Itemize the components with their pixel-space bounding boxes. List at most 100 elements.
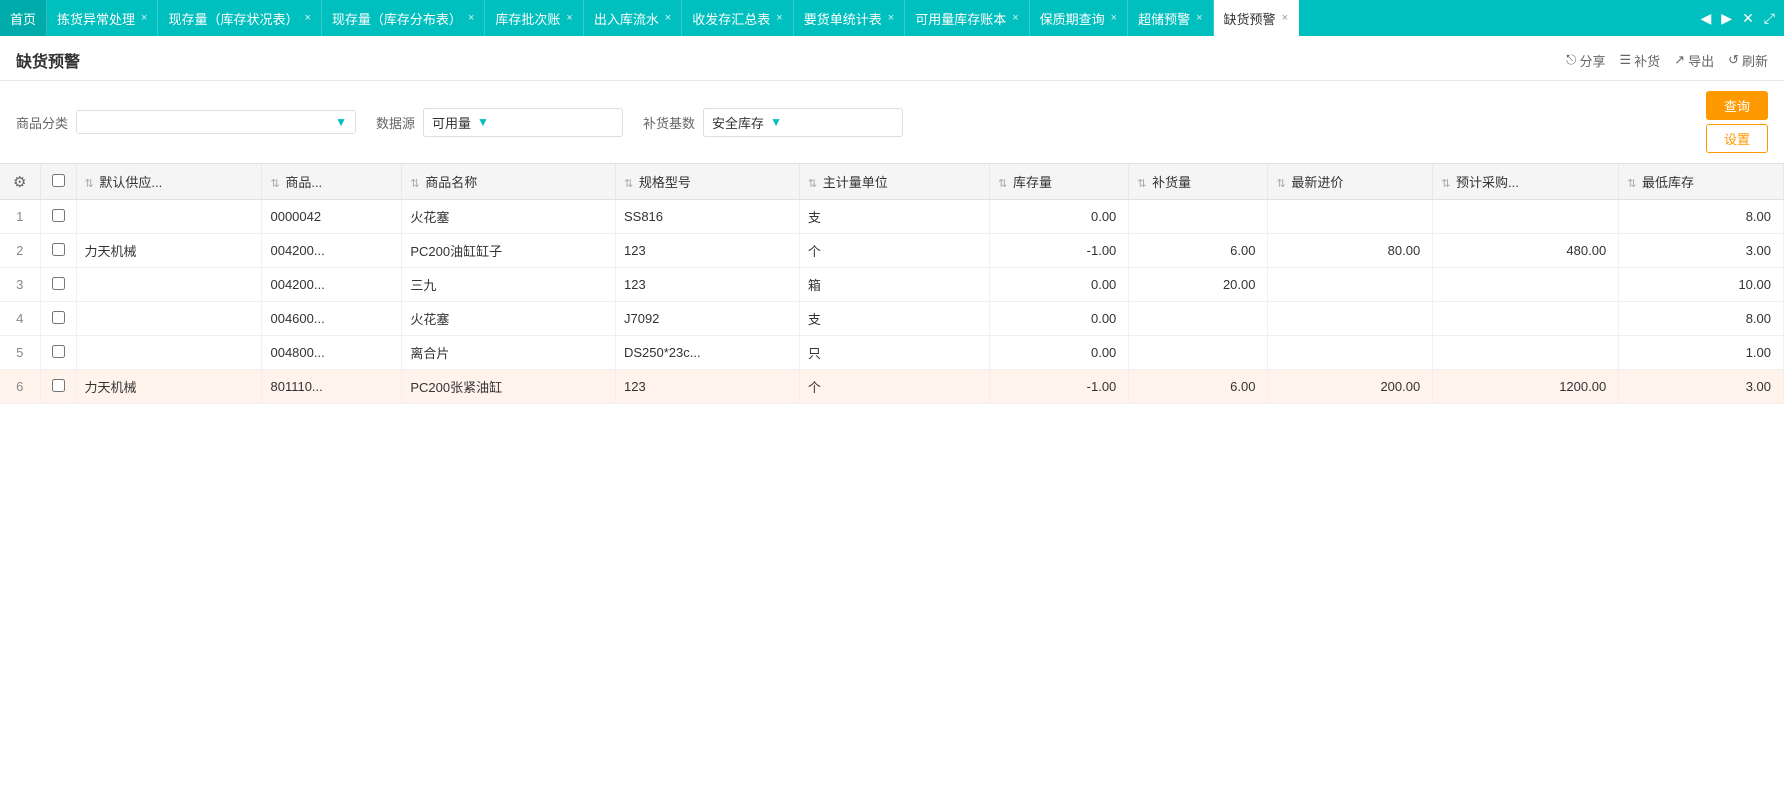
nav-tab-close-shortage-warn[interactable]: × bbox=[1282, 12, 1288, 24]
sort-min-stock-icon: ⇅ bbox=[1627, 178, 1636, 190]
nav-tab-batch-account[interactable]: 库存批次账× bbox=[485, 0, 583, 36]
cell-product-code: 004200... bbox=[262, 234, 402, 268]
col-stock-qty-header[interactable]: ⇅ 库存量 bbox=[990, 164, 1129, 200]
cell-estimated-purchase: 1200.00 bbox=[1433, 370, 1619, 404]
nav-tab-label-order-stats: 要货单统计表 bbox=[804, 9, 882, 28]
nav-tab-close-batch-account[interactable]: × bbox=[566, 12, 572, 24]
nav-tab-close-inventory-dist[interactable]: × bbox=[468, 12, 474, 24]
cell-spec: DS250*23c... bbox=[615, 336, 799, 370]
replenish-basis-dropdown-icon: ▼ bbox=[770, 115, 782, 129]
col-unit-header[interactable]: ⇅ 主计量单位 bbox=[799, 164, 989, 200]
datasource-select[interactable]: 可用量 ▼ bbox=[423, 108, 623, 137]
category-filter-group: 商品分类 ▼ bbox=[16, 110, 356, 134]
column-settings-icon[interactable]: ⚙ bbox=[13, 174, 26, 191]
nav-tab-order-stats[interactable]: 要货单统计表 × bbox=[794, 0, 905, 36]
cell-replenish-qty bbox=[1129, 200, 1268, 234]
nav-tab-label-expiry-query: 保质期查询 bbox=[1040, 9, 1105, 28]
row-checkbox[interactable] bbox=[40, 370, 76, 404]
replenish-basis-select[interactable]: 安全库存 ▼ bbox=[703, 108, 903, 137]
cell-stock-qty: 0.00 bbox=[990, 200, 1129, 234]
nav-tab-inout-flow[interactable]: 出入库流水× bbox=[584, 0, 682, 36]
share-button[interactable]: ⎋ 分享 bbox=[1566, 51, 1605, 70]
cell-estimated-purchase bbox=[1433, 302, 1619, 336]
cell-stock-qty: -1.00 bbox=[990, 370, 1129, 404]
cell-supplier bbox=[76, 268, 262, 302]
cell-unit: 个 bbox=[799, 370, 989, 404]
replenish-basis-filter-group: 补货基数 安全库存 ▼ bbox=[643, 108, 903, 137]
cell-min-stock: 10.00 bbox=[1619, 268, 1784, 302]
nav-expand-button[interactable]: ⤢ bbox=[1759, 8, 1780, 29]
refresh-button[interactable]: ↺ 刷新 bbox=[1728, 51, 1768, 70]
nav-next-button[interactable]: ▶ bbox=[1716, 8, 1737, 29]
nav-tab-label-available-ledger: 可用量库存账本 bbox=[915, 9, 1006, 28]
row-select-checkbox[interactable] bbox=[52, 311, 65, 324]
row-checkbox[interactable] bbox=[40, 302, 76, 336]
nav-tab-home[interactable]: 首页 bbox=[0, 0, 47, 36]
header-actions: ⎋ 分享 ☰ 补货 ↗ 导出 ↺ 刷新 bbox=[1566, 51, 1768, 70]
select-all-checkbox[interactable] bbox=[52, 174, 65, 187]
nav-tab-available-ledger[interactable]: 可用量库存账本 × bbox=[905, 0, 1029, 36]
nav-tab-overstock-warn[interactable]: 超储预警× bbox=[1128, 0, 1213, 36]
table-row: 2力天机械004200...PC200油缸缸子123个-1.006.0080.0… bbox=[0, 234, 1784, 268]
table-row: 3004200...三九123箱0.0020.0010.00 bbox=[0, 268, 1784, 302]
replenish-basis-label: 补货基数 bbox=[643, 113, 695, 132]
nav-tab-close-inout-flow[interactable]: × bbox=[665, 12, 671, 24]
nav-tab-shortage-warn[interactable]: 缺货预警× bbox=[1214, 0, 1299, 36]
cell-estimated-purchase bbox=[1433, 336, 1619, 370]
sort-price-icon: ⇅ bbox=[1276, 178, 1285, 190]
export-button[interactable]: ↗ 导出 bbox=[1674, 51, 1714, 70]
nav-tab-close-overstock-warn[interactable]: × bbox=[1196, 12, 1202, 24]
sort-spec-icon: ⇅ bbox=[624, 178, 633, 190]
row-select-checkbox[interactable] bbox=[52, 243, 65, 256]
category-select[interactable]: ▼ bbox=[76, 110, 356, 134]
col-product-name-header[interactable]: ⇅ 商品名称 bbox=[402, 164, 616, 200]
col-latest-price-header[interactable]: ⇅ 最新进价 bbox=[1268, 164, 1433, 200]
cell-estimated-purchase bbox=[1433, 200, 1619, 234]
settings-button[interactable]: 设置 bbox=[1706, 124, 1768, 153]
nav-tab-label-defect-handling: 拣货异常处理 bbox=[57, 9, 135, 28]
nav-tab-close-order-stats[interactable]: × bbox=[888, 12, 894, 24]
table-row: 5004800...离合片DS250*23c...只0.001.00 bbox=[0, 336, 1784, 370]
col-settings-header[interactable]: ⚙ bbox=[0, 164, 40, 200]
nav-tab-receive-summary[interactable]: 收发存汇总表× bbox=[682, 0, 793, 36]
cell-replenish-qty: 6.00 bbox=[1129, 370, 1268, 404]
col-product-code-header[interactable]: ⇅ 商品... bbox=[262, 164, 402, 200]
row-checkbox[interactable] bbox=[40, 268, 76, 302]
query-button[interactable]: 查询 bbox=[1706, 91, 1768, 120]
datasource-label: 数据源 bbox=[376, 113, 415, 132]
nav-prev-button[interactable]: ◀ bbox=[1696, 8, 1717, 29]
cell-product-code: 004200... bbox=[262, 268, 402, 302]
nav-tab-inventory-dist[interactable]: 现存量（库存分布表）× bbox=[322, 0, 485, 36]
nav-tab-inventory-status[interactable]: 现存量（库存状况表）× bbox=[158, 0, 321, 36]
nav-tab-expiry-query[interactable]: 保质期查询 × bbox=[1030, 0, 1128, 36]
col-spec-header[interactable]: ⇅ 规格型号 bbox=[615, 164, 799, 200]
export-icon: ↗ bbox=[1674, 52, 1685, 68]
row-select-checkbox[interactable] bbox=[52, 345, 65, 358]
col-min-stock-header[interactable]: ⇅ 最低库存 bbox=[1619, 164, 1784, 200]
page-header: 缺货预警 ⎋ 分享 ☰ 补货 ↗ 导出 ↺ 刷新 bbox=[0, 36, 1784, 81]
row-index: 4 bbox=[0, 302, 40, 336]
col-checkbox-header[interactable] bbox=[40, 164, 76, 200]
row-checkbox[interactable] bbox=[40, 336, 76, 370]
replenish-button[interactable]: ☰ 补货 bbox=[1619, 51, 1660, 70]
row-select-checkbox[interactable] bbox=[52, 209, 65, 222]
nav-tab-close-defect-handling[interactable]: × bbox=[141, 12, 147, 24]
nav-tab-close-receive-summary[interactable]: × bbox=[776, 12, 782, 24]
refresh-icon: ↺ bbox=[1728, 52, 1739, 68]
row-checkbox[interactable] bbox=[40, 200, 76, 234]
row-select-checkbox[interactable] bbox=[52, 379, 65, 392]
row-index: 1 bbox=[0, 200, 40, 234]
nav-tab-defect-handling[interactable]: 拣货异常处理 × bbox=[47, 0, 158, 36]
nav-close-button[interactable]: ✕ bbox=[1737, 8, 1759, 29]
nav-tab-close-available-ledger[interactable]: × bbox=[1012, 12, 1018, 24]
row-select-checkbox[interactable] bbox=[52, 277, 65, 290]
row-checkbox[interactable] bbox=[40, 234, 76, 268]
col-replenish-qty-header[interactable]: ⇅ 补货量 bbox=[1129, 164, 1268, 200]
cell-supplier bbox=[76, 302, 262, 336]
cell-latest-price bbox=[1268, 200, 1433, 234]
cell-product-name: PC200张紧油缸 bbox=[402, 370, 616, 404]
nav-tab-close-inventory-status[interactable]: × bbox=[304, 12, 310, 24]
nav-tab-close-expiry-query[interactable]: × bbox=[1111, 12, 1117, 24]
col-default-supplier-header[interactable]: ⇅ 默认供应... bbox=[76, 164, 262, 200]
col-estimated-purchase-header[interactable]: ⇅ 预计采购... bbox=[1433, 164, 1619, 200]
